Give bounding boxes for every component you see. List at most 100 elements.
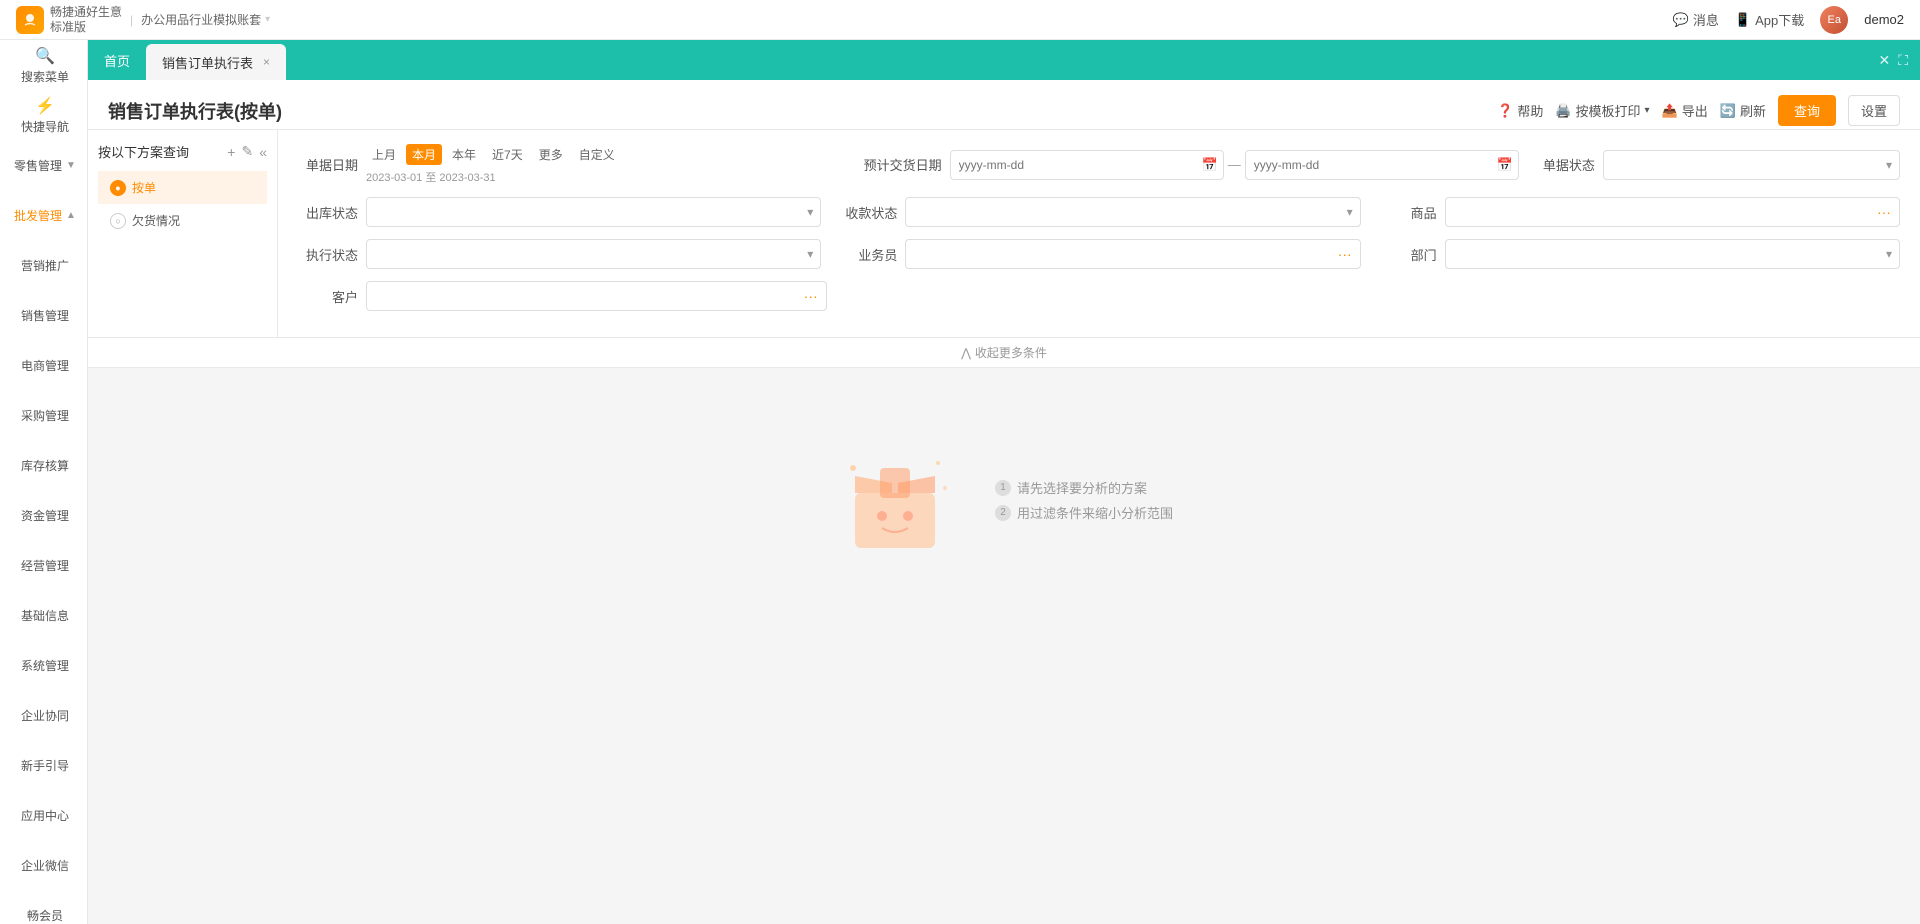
page-title: 销售订单执行表(按单) [108, 98, 282, 124]
page-header: 销售订单执行表(按单) ❓ 帮助 🖨️ 按模板打印 ▾ 📤 导出 [88, 80, 1920, 130]
doc-path-chevron: ▾ [265, 14, 270, 25]
sidebar-item-finance[interactable]: 资金管理 [0, 490, 87, 540]
header-left: 畅捷通好生意 标准版 | 办公用品行业模拟账套 ▾ [16, 5, 270, 34]
sidebar-item-inventory[interactable]: 库存核算 [0, 440, 87, 490]
doc-path: 办公用品行业模拟账套 ▾ [141, 11, 270, 28]
sidebar-item-wholesale[interactable]: 批发管理 ▲ [0, 190, 87, 240]
scheme-collapse-button[interactable]: « [259, 144, 267, 160]
customer-picker[interactable]: ··· [366, 281, 827, 311]
refresh-link[interactable]: 🔄 刷新 [1720, 101, 1766, 120]
filter-row-3: 执行状态 业务员 ··· 部门 [298, 239, 1900, 269]
filter-row-2: 出库状态 收款状态 [298, 197, 1900, 227]
app-download-icon: 📱 [1735, 12, 1751, 28]
sidebar-item-search[interactable]: 🔍 搜索菜单 [0, 40, 87, 90]
status-select[interactable] [1603, 150, 1900, 180]
status-field: 单据状态 [1535, 150, 1900, 180]
help-icon: ❓ [1497, 103, 1513, 119]
query-button[interactable]: 查询 [1778, 95, 1836, 126]
sidebar-item-purchase[interactable]: 采购管理 [0, 390, 87, 440]
help-link[interactable]: ❓ 帮助 [1497, 101, 1543, 120]
sidebar-item-newbie[interactable]: 新手引导 [0, 740, 87, 790]
salesman-picker[interactable]: ··· [905, 239, 1360, 269]
tab-sales-exec[interactable]: 销售订单执行表 × [146, 44, 286, 80]
breadcrumb-separator: | [130, 13, 133, 27]
empty-text: 1 请先选择要分析的方案 2 用过滤条件来缩小分析范围 [995, 478, 1173, 528]
status-label: 单据状态 [1535, 155, 1595, 174]
scheme-add-button[interactable]: + [227, 144, 235, 160]
sidebar-item-marketing[interactable]: 营销推广 [0, 240, 87, 290]
date-pill-this-month[interactable]: 本月 [406, 144, 442, 165]
sidebar-item-basic[interactable]: 基础信息 [0, 590, 87, 640]
empty-illustration [835, 448, 955, 558]
date-label: 单据日期 [298, 155, 358, 174]
scheme-item-debt[interactable]: ○ 欠货情况 [98, 204, 267, 237]
top-header: 畅捷通好生意 标准版 | 办公用品行业模拟账套 ▾ 💬 消息 📱 App下载 E… [0, 0, 1920, 40]
date-pill-7days[interactable]: 近7天 [486, 144, 529, 165]
delivery-label: 预计交货日期 [862, 155, 942, 174]
date-pill-custom[interactable]: 自定义 [573, 144, 621, 165]
filter-left: 按以下方案查询 + ✎ « ● 按单 ○ 欠货情况 [88, 130, 278, 337]
page-header-actions: ❓ 帮助 🖨️ 按模板打印 ▾ 📤 导出 🔄 刷新 [1497, 95, 1900, 126]
scheme-item-press[interactable]: ● 按单 [98, 171, 267, 204]
message-button[interactable]: 💬 消息 [1673, 10, 1719, 29]
app-download-button[interactable]: 📱 App下载 [1735, 10, 1804, 29]
sidebar-item-retail[interactable]: 零售管理 ▼ [0, 140, 87, 190]
hint-1-num: 1 [995, 480, 1011, 496]
window-maximize-button[interactable]: ⛶ [1898, 52, 1908, 69]
collapse-bar[interactable]: ⋀ 收起更多条件 [88, 338, 1920, 368]
exec-status-field: 执行状态 [298, 239, 821, 269]
sidebar-item-operations[interactable]: 经营管理 [0, 540, 87, 590]
date-pill-more[interactable]: 更多 [533, 144, 569, 165]
delivery-to-input[interactable] [1245, 150, 1519, 180]
tab-actions: ✕ ⛶ [1878, 52, 1920, 69]
date-pill-this-year[interactable]: 本年 [446, 144, 482, 165]
window-close-button[interactable]: ✕ [1878, 52, 1890, 69]
out-status-select[interactable] [366, 197, 821, 227]
sidebar-item-system[interactable]: 系统管理 [0, 640, 87, 690]
exec-status-select-wrap [366, 239, 821, 269]
print-dropdown-icon: ▾ [1645, 105, 1650, 116]
dept-select[interactable] [1445, 239, 1900, 269]
dept-field: 部门 [1377, 239, 1900, 269]
print-icon: 🖨️ [1555, 103, 1571, 119]
user-name[interactable]: demo2 [1864, 12, 1904, 27]
filter-left-header: 按以下方案查询 + ✎ « [98, 142, 267, 161]
tab-home[interactable]: 首页 [88, 40, 146, 80]
sidebar-item-apps[interactable]: 应用中心 [0, 790, 87, 840]
app-logo-icon [16, 6, 44, 34]
sidebar-item-wechat[interactable]: 企业微信 [0, 840, 87, 890]
user-avatar[interactable]: Ea [1820, 6, 1848, 34]
export-icon: 📤 [1662, 103, 1678, 119]
refresh-icon: 🔄 [1720, 103, 1736, 119]
receipt-status-select-wrap [905, 197, 1360, 227]
exec-status-select[interactable] [366, 239, 821, 269]
date-field: 单据日期 上月 本月 本年 近7天 更多 自定义 20 [298, 144, 846, 185]
quick-nav-icon: ⚡ [35, 96, 55, 116]
delivery-from-wrap: 📅 [950, 150, 1224, 180]
dept-select-wrap [1445, 239, 1900, 269]
template-print-link[interactable]: 🖨️ 按模板打印 ▾ [1555, 101, 1649, 120]
receipt-status-label: 收款状态 [837, 203, 897, 222]
export-link[interactable]: 📤 导出 [1662, 101, 1708, 120]
header-right: 💬 消息 📱 App下载 Ea demo2 [1673, 6, 1904, 34]
delivery-from-input[interactable] [950, 150, 1224, 180]
sidebar-item-sales[interactable]: 销售管理 [0, 290, 87, 340]
receipt-status-select[interactable] [905, 197, 1360, 227]
sidebar-item-ecommerce[interactable]: 电商管理 [0, 340, 87, 390]
date-pill-last-month[interactable]: 上月 [366, 144, 402, 165]
out-status-field: 出库状态 [298, 197, 821, 227]
tab-close-icon[interactable]: × [263, 55, 270, 69]
wholesale-collapse-icon: ▲ [66, 210, 76, 221]
sidebar-item-corp[interactable]: 企业协同 [0, 690, 87, 740]
scheme-debt-icon: ○ [110, 213, 126, 229]
customer-label: 客户 [298, 287, 358, 306]
out-status-label: 出库状态 [298, 203, 358, 222]
sidebar-item-member[interactable]: 畅会员 [0, 890, 87, 924]
message-icon: 💬 [1673, 12, 1689, 28]
sidebar-item-quick-nav[interactable]: ⚡ 快捷导航 [0, 90, 87, 140]
scheme-edit-button[interactable]: ✎ [241, 143, 253, 160]
receipt-status-field: 收款状态 [837, 197, 1360, 227]
goods-picker[interactable]: ··· [1445, 197, 1900, 227]
filter-right: 单据日期 上月 本月 本年 近7天 更多 自定义 20 [278, 130, 1920, 337]
settings-button[interactable]: 设置 [1848, 95, 1900, 126]
